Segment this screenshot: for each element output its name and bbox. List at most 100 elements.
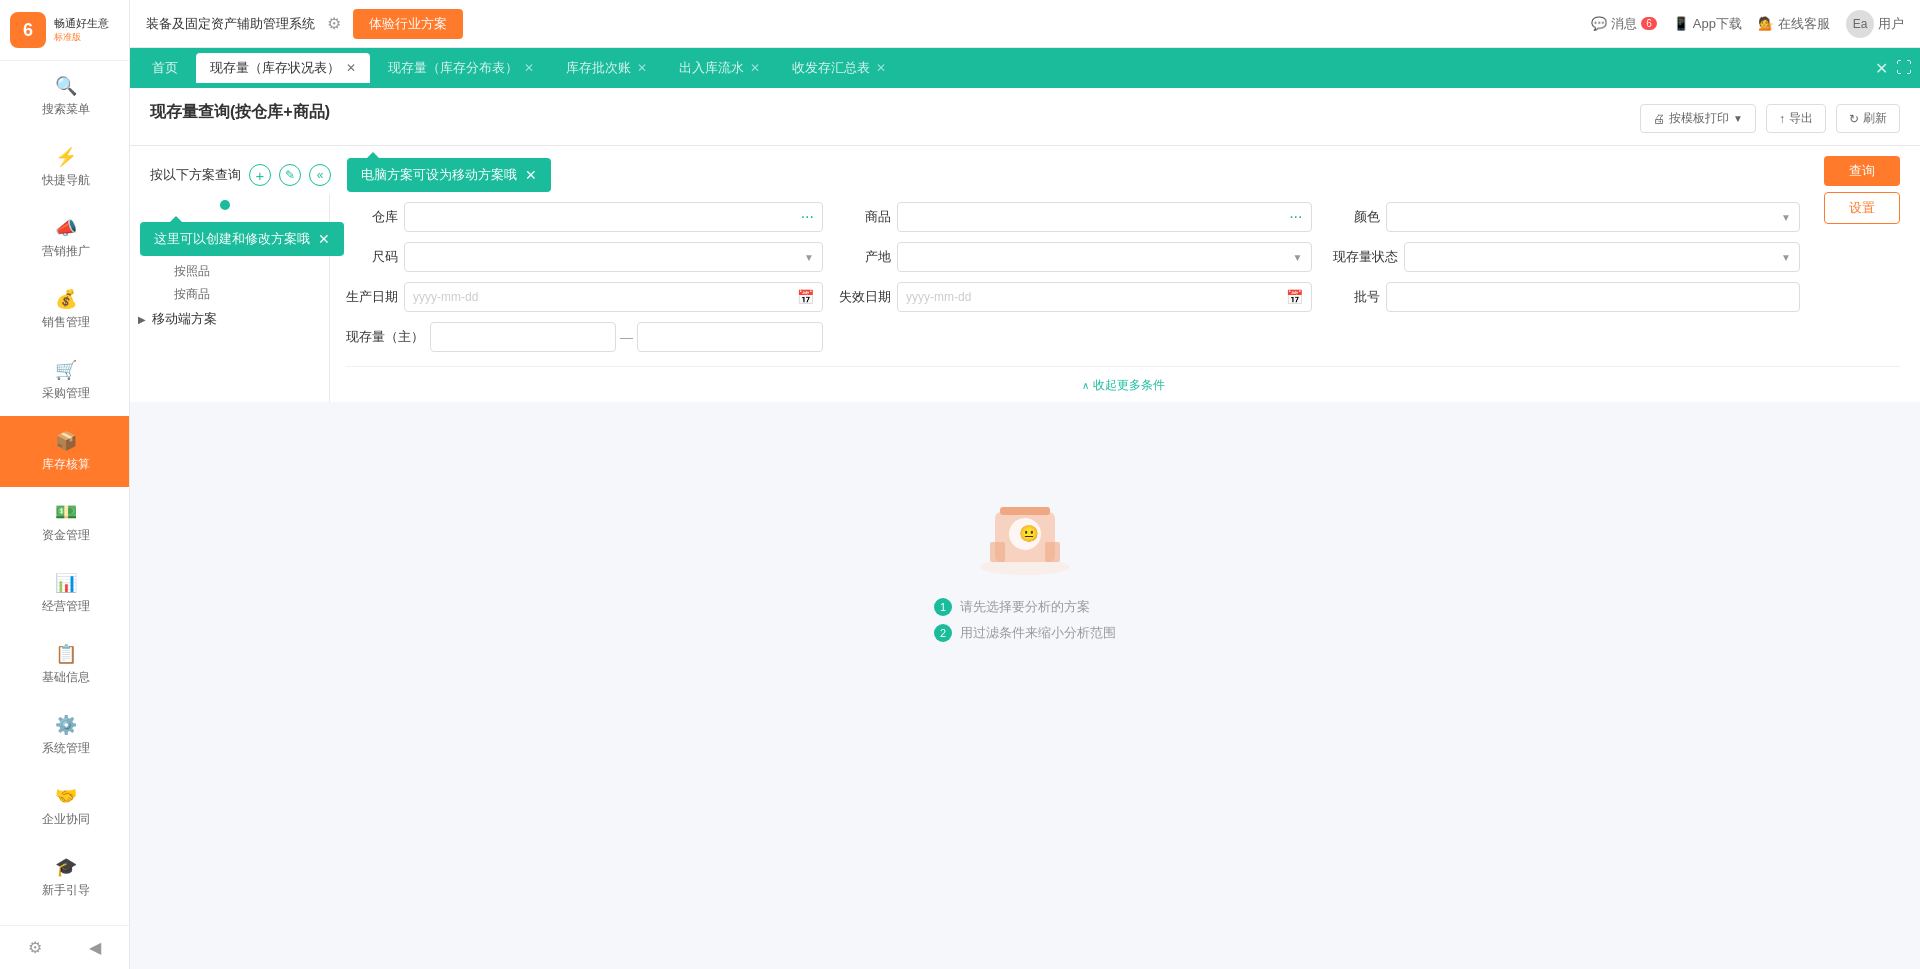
collapse-sidebar-button[interactable]: ◀ (89, 938, 101, 957)
stock-main-max[interactable] (637, 322, 823, 352)
sidebar-item-marketing[interactable]: 📣 营销推广 (0, 203, 129, 274)
add-scheme-button[interactable]: + (249, 164, 271, 186)
app-download-label: App下载 (1693, 15, 1742, 33)
collapse-label: 收起更多条件 (1093, 377, 1165, 394)
sidebar-item-guide[interactable]: 🎓 新手引导 (0, 842, 129, 913)
tooltip1-close[interactable]: ✕ (525, 167, 537, 183)
sidebar-label-system: 系统管理 (42, 740, 90, 757)
search-button[interactable]: 查询 (1824, 156, 1900, 186)
tab-inventory-dist[interactable]: 现存量（库存分布表） ✕ (374, 53, 548, 83)
empty-state: 😐 1 请先选择要分析的方案 2 用过滤条件来缩小分析范围 (130, 402, 1920, 722)
sidebar: 6 畅通好生意 标准版 🔍 搜索菜单 ⚡ 快捷导航 📣 营销推广 💰 销售管理 … (0, 0, 130, 969)
tip-text-2: 用过滤条件来缩小分析范围 (960, 624, 1116, 642)
scheme-sub-item-1[interactable]: 按照品 (166, 260, 329, 283)
industry-button[interactable]: 体验行业方案 (353, 9, 463, 39)
tab-close-in-out-flow[interactable]: ✕ (750, 61, 760, 75)
stock-status-select[interactable]: ▼ (1404, 242, 1801, 272)
sidebar-label-purchase: 采购管理 (42, 385, 90, 402)
message-badge: 6 (1641, 17, 1657, 30)
tab-receive-summary[interactable]: 收发存汇总表 ✕ (778, 53, 900, 83)
tab-home[interactable]: 首页 (138, 53, 192, 83)
svg-rect-6 (1045, 542, 1060, 562)
stock-main-label: 现存量（主） (346, 328, 424, 346)
service-icon: 💁 (1758, 16, 1774, 31)
sidebar-footer: ⚙ ◀ (0, 925, 129, 969)
collapse-button[interactable]: ∧ 收起更多条件 (346, 366, 1900, 394)
scheme-nav-button[interactable]: « (309, 164, 331, 186)
sidebar-item-basic[interactable]: 📋 基础信息 (0, 629, 129, 700)
size-label: 尺码 (346, 248, 398, 266)
stock-main-min[interactable] (430, 322, 616, 352)
main-area: 装备及固定资产辅助管理系统 ⚙ 体验行业方案 💬 消息 6 📱 App下载 💁 … (130, 0, 1920, 969)
sidebar-item-quick-nav[interactable]: ⚡ 快捷导航 (0, 132, 129, 203)
size-select[interactable]: ▼ (404, 242, 823, 272)
goods-input[interactable]: ··· (897, 202, 1312, 232)
tab-label-receive-summary: 收发存汇总表 (792, 59, 870, 77)
tab-close-receive-summary[interactable]: ✕ (876, 61, 886, 75)
batch-label: 批号 (1328, 288, 1380, 306)
tooltip-create-scheme: 这里可以创建和修改方案哦 ✕ (140, 222, 344, 256)
tabbar-actions: ✕ ⛶ (1875, 59, 1912, 78)
refresh-button[interactable]: ↻ 刷新 (1836, 104, 1900, 133)
settings-button[interactable]: ⚙ (28, 938, 42, 957)
topbar-right: 💬 消息 6 📱 App下载 💁 在线客服 Ea 用户 (1591, 10, 1904, 38)
settings-icon[interactable]: ⚙ (327, 14, 341, 33)
color-select[interactable]: ▼ (1386, 202, 1801, 232)
tab-label-inventory-dist: 现存量（库存分布表） (388, 59, 518, 77)
tab-label-batch-account: 库存批次账 (566, 59, 631, 77)
logo-icon: 6 (10, 12, 46, 48)
expire-date-input[interactable]: yyyy-mm-dd 📅 (897, 282, 1312, 312)
warehouse-input[interactable]: ··· (404, 202, 823, 232)
inventory-icon: 📦 (55, 430, 77, 452)
expire-date-placeholder: yyyy-mm-dd (906, 290, 971, 304)
logo-area: 6 畅通好生意 标准版 (0, 0, 129, 61)
tooltip2-text: 这里可以创建和修改方案哦 (154, 230, 310, 248)
scheme-mobile[interactable]: ▶ 移动端方案 (130, 306, 329, 332)
print-button[interactable]: 🖨 按模板打印 ▼ (1640, 104, 1756, 133)
system-name: 装备及固定资产辅助管理系统 (146, 15, 315, 33)
tooltip2-close[interactable]: ✕ (318, 231, 330, 247)
sidebar-item-operation[interactable]: 📊 经营管理 (0, 558, 129, 629)
set-button[interactable]: 设置 (1824, 192, 1900, 224)
tab-close-batch-account[interactable]: ✕ (637, 61, 647, 75)
sidebar-item-purchase[interactable]: 🛒 采购管理 (0, 345, 129, 416)
batch-input[interactable] (1386, 282, 1801, 312)
tab-batch-account[interactable]: 库存批次账 ✕ (552, 53, 661, 83)
tab-inventory-status[interactable]: 现存量（库存状况表） ✕ (196, 53, 370, 83)
scheme-sub-item-2[interactable]: 按商品 (166, 283, 329, 306)
purchase-icon: 🛒 (55, 359, 77, 381)
tab-close-inventory-status[interactable]: ✕ (346, 61, 356, 75)
refresh-icon: ↻ (1849, 112, 1859, 126)
svg-rect-5 (990, 542, 1005, 562)
app-download-button[interactable]: 📱 App下载 (1673, 15, 1742, 33)
tab-close-inventory-dist[interactable]: ✕ (524, 61, 534, 75)
online-service-button[interactable]: 💁 在线客服 (1758, 15, 1830, 33)
sidebar-item-finance[interactable]: 💵 资金管理 (0, 487, 129, 558)
scheme-arrow-mobile: ▶ (138, 314, 146, 325)
tip-num-2: 2 (934, 624, 952, 642)
sidebar-item-enterprise[interactable]: 🤝 企业协同 (0, 771, 129, 842)
topbar-left: 装备及固定资产辅助管理系统 ⚙ 体验行业方案 (146, 9, 463, 39)
tab-close-all-button[interactable]: ✕ (1875, 59, 1888, 78)
message-icon: 💬 (1591, 16, 1607, 31)
user-area[interactable]: Ea 用户 (1846, 10, 1904, 38)
origin-select[interactable]: ▼ (897, 242, 1312, 272)
export-button[interactable]: ↑ 导出 (1766, 104, 1826, 133)
svg-rect-2 (1000, 507, 1050, 515)
empty-illustration: 😐 (970, 482, 1080, 582)
filter-label: 按以下方案查询 (150, 166, 241, 184)
sidebar-item-sales[interactable]: 💰 销售管理 (0, 274, 129, 345)
sidebar-item-system[interactable]: ⚙️ 系统管理 (0, 700, 129, 771)
warehouse-label: 仓库 (346, 208, 398, 226)
tab-expand-button[interactable]: ⛶ (1896, 59, 1912, 78)
edit-scheme-button[interactable]: ✎ (279, 164, 301, 186)
produce-date-label: 生产日期 (346, 288, 398, 306)
message-button[interactable]: 💬 消息 6 (1591, 15, 1657, 33)
sidebar-item-search[interactable]: 🔍 搜索菜单 (0, 61, 129, 132)
sidebar-label-inventory: 库存核算 (42, 456, 90, 473)
sidebar-item-inventory[interactable]: 📦 库存核算 (0, 416, 129, 487)
filter-origin: 产地 ▼ (839, 242, 1312, 272)
produce-date-input[interactable]: yyyy-mm-dd 📅 (404, 282, 823, 312)
filter-produce-date: 生产日期 yyyy-mm-dd 📅 (346, 282, 823, 312)
tab-in-out-flow[interactable]: 出入库流水 ✕ (665, 53, 774, 83)
